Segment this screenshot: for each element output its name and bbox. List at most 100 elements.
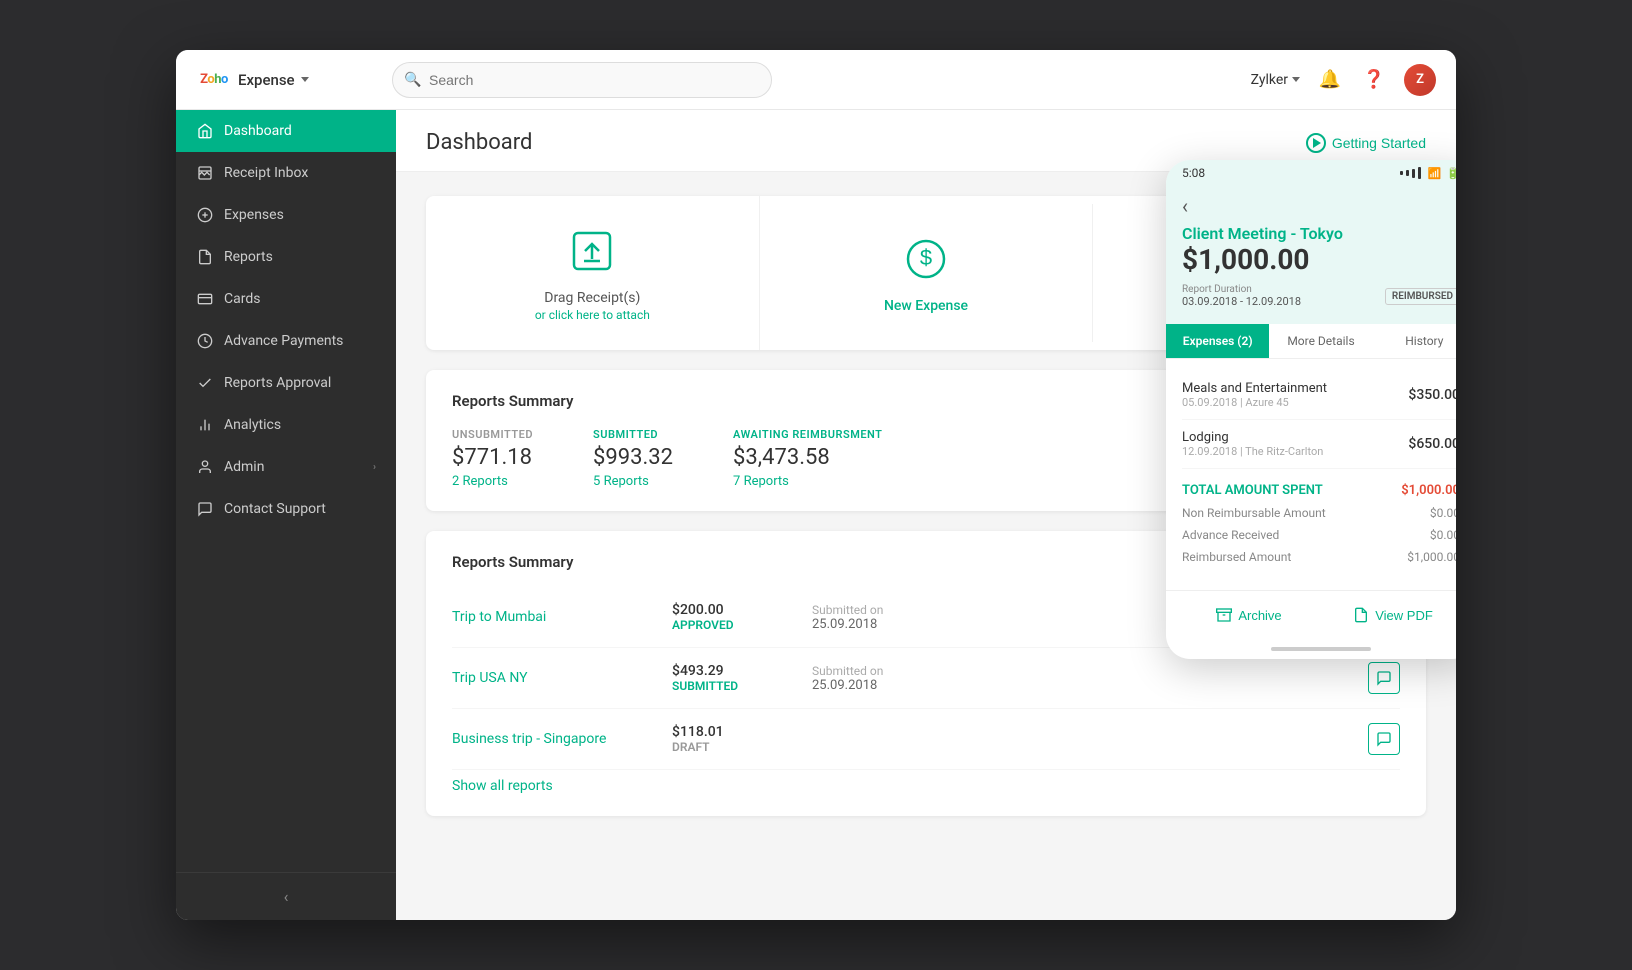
sidebar-item-advance-payments[interactable]: Advance Payments xyxy=(176,320,396,362)
search-bar: 🔍 xyxy=(392,62,772,98)
sidebar-label-reports: Reports xyxy=(224,249,273,265)
mobile-body: Meals and Entertainment 05.09.2018 | Azu… xyxy=(1166,359,1456,590)
home-icon xyxy=(196,122,214,140)
report-amount-3: $118.01 xyxy=(672,724,812,740)
stat-awaiting-link[interactable]: 7 Reports xyxy=(733,474,882,489)
play-icon xyxy=(1306,133,1326,153)
mobile-header: ‹ Client Meeting - Tokyo $1,000.00 Repor… xyxy=(1166,186,1456,324)
archive-label: Archive xyxy=(1238,608,1281,623)
report-status-3: DRAFT xyxy=(672,740,812,754)
mobile-home-indicator xyxy=(1166,639,1456,659)
reimbursed-badge: REIMBURSED xyxy=(1385,288,1456,305)
sidebar: Dashboard Receipt Inbox Expenses Reports xyxy=(176,110,396,920)
report-amount-block-2: $493.29 SUBMITTED xyxy=(672,663,812,693)
org-name[interactable]: Zylker xyxy=(1251,72,1300,88)
sidebar-item-expenses[interactable]: Expenses xyxy=(176,194,396,236)
sidebar-item-analytics[interactable]: Analytics xyxy=(176,404,396,446)
mob-expense-amount-1: $350.00 xyxy=(1408,387,1456,403)
stat-awaiting: AWAITING REIMBURSMENT $3,473.58 7 Report… xyxy=(733,428,882,489)
analytics-icon xyxy=(196,416,214,434)
mobile-status-bar: 5:08 📶 🔋 xyxy=(1166,160,1456,186)
dollar-circle-icon: $ xyxy=(899,232,953,286)
sidebar-label-admin: Admin xyxy=(224,459,264,475)
expenses-icon xyxy=(196,206,214,224)
stat-submitted-value: $993.32 xyxy=(593,445,673,470)
admin-icon xyxy=(196,458,214,476)
stat-submitted-link[interactable]: 5 Reports xyxy=(593,474,673,489)
collapse-icon: ‹ xyxy=(284,887,289,906)
mobile-expense-row-1: Meals and Entertainment 05.09.2018 | Azu… xyxy=(1182,371,1456,420)
app-window: Zoho Expense 🔍 Zylker 🔔 ❓ Z xyxy=(176,50,1456,920)
avatar[interactable]: Z xyxy=(1404,64,1436,96)
show-all-reports-link[interactable]: Show all reports xyxy=(452,778,553,794)
mobile-total-val-1: $0.00 xyxy=(1430,506,1456,520)
drag-receipt-label: Drag Receipt(s) xyxy=(544,290,640,306)
report-amount-1: $200.00 xyxy=(672,602,812,618)
report-name-1[interactable]: Trip to Mumbai xyxy=(452,609,672,625)
reports-icon xyxy=(196,248,214,266)
report-submitted-2: Submitted on 25.09.2018 xyxy=(812,664,1368,693)
mobile-duration-val: 03.09.2018 - 12.09.2018 xyxy=(1182,295,1301,308)
sidebar-item-reports[interactable]: Reports xyxy=(176,236,396,278)
report-chat-icon-3[interactable] xyxy=(1368,723,1400,755)
report-status-2: SUBMITTED xyxy=(672,679,812,693)
app-name: Expense xyxy=(238,71,295,89)
mobile-total-val-0: $1,000.00 xyxy=(1401,483,1456,498)
sidebar-item-receipt-inbox[interactable]: Receipt Inbox xyxy=(176,152,396,194)
sidebar-item-dashboard[interactable]: Dashboard xyxy=(176,110,396,152)
support-icon xyxy=(196,500,214,518)
mobile-back-button[interactable]: ‹ xyxy=(1182,194,1456,218)
sidebar-label-expenses: Expenses xyxy=(224,207,284,223)
sidebar-item-contact-support[interactable]: Contact Support xyxy=(176,488,396,530)
sidebar-collapse-button[interactable]: ‹ xyxy=(176,872,396,920)
svg-text:$: $ xyxy=(920,245,932,270)
stat-awaiting-label: AWAITING REIMBURSMENT xyxy=(733,428,882,441)
main-layout: Dashboard Receipt Inbox Expenses Reports xyxy=(176,110,1456,920)
page-title: Dashboard xyxy=(426,130,532,155)
mobile-tabs: Expenses (2) More Details History xyxy=(1166,324,1456,359)
mobile-overlay: 5:08 📶 🔋 ‹ Client Meeting - Tokyo $1,000… xyxy=(1166,160,1456,659)
report-amount-block-3: $118.01 DRAFT xyxy=(672,724,812,754)
mob-expense-meta-2: 12.09.2018 | The Ritz-Carlton xyxy=(1182,445,1323,458)
help-button[interactable]: ❓ xyxy=(1360,66,1388,94)
report-status-1: APPROVED xyxy=(672,618,812,632)
mob-expense-amount-2: $650.00 xyxy=(1408,436,1456,452)
org-chevron-icon xyxy=(1292,77,1300,82)
notifications-button[interactable]: 🔔 xyxy=(1316,66,1344,94)
stat-unsubmitted: UNSUBMITTED $771.18 2 Reports xyxy=(452,428,533,489)
stat-unsubmitted-value: $771.18 xyxy=(452,445,533,470)
mobile-total-row-1: Non Reimbursable Amount $0.00 xyxy=(1182,502,1456,524)
mobile-tab-expenses[interactable]: Expenses (2) xyxy=(1166,324,1269,358)
mobile-total-row-2: Advance Received $0.00 xyxy=(1182,524,1456,546)
stat-unsubmitted-label: UNSUBMITTED xyxy=(452,428,533,441)
search-icon: 🔍 xyxy=(404,72,421,88)
report-name-3[interactable]: Business trip - Singapore xyxy=(452,731,672,747)
sidebar-item-admin[interactable]: Admin › xyxy=(176,446,396,488)
mobile-total-label-1: Non Reimbursable Amount xyxy=(1182,506,1326,520)
quick-action-drag-receipt[interactable]: Drag Receipt(s) or click here to attach xyxy=(426,196,760,350)
sidebar-label-dashboard: Dashboard xyxy=(224,123,292,139)
report-name-2[interactable]: Trip USA NY xyxy=(452,670,672,686)
play-triangle xyxy=(1313,138,1321,148)
mobile-tab-more-details[interactable]: More Details xyxy=(1269,324,1372,358)
search-input[interactable] xyxy=(392,62,772,98)
stat-unsubmitted-link[interactable]: 2 Reports xyxy=(452,474,533,489)
sidebar-item-cards[interactable]: Cards xyxy=(176,278,396,320)
mobile-expense-title: Client Meeting - Tokyo xyxy=(1182,224,1456,243)
getting-started-label: Getting Started xyxy=(1332,135,1426,151)
mobile-total-row-0: TOTAL AMOUNT SPENT $1,000.00 xyxy=(1182,479,1456,502)
view-pdf-button[interactable]: View PDF xyxy=(1326,601,1456,629)
report-chat-icon-2[interactable] xyxy=(1368,662,1400,694)
getting-started-button[interactable]: Getting Started xyxy=(1306,133,1426,153)
mobile-tab-history[interactable]: History xyxy=(1373,324,1456,358)
mob-expense-meta-1: 05.09.2018 | Azure 45 xyxy=(1182,396,1327,409)
quick-action-new-expense[interactable]: $ New Expense xyxy=(760,204,1094,342)
mobile-amount: $1,000.00 xyxy=(1182,243,1456,276)
archive-button[interactable]: Archive xyxy=(1182,601,1316,629)
mob-expense-name-1: Meals and Entertainment xyxy=(1182,381,1327,396)
mobile-duration-label: Report Duration xyxy=(1182,284,1301,295)
logo-area[interactable]: Zoho Expense xyxy=(196,66,376,94)
app-chevron-icon[interactable] xyxy=(301,77,309,82)
mobile-meta: Report Duration 03.09.2018 - 12.09.2018 … xyxy=(1182,284,1456,308)
sidebar-item-reports-approval[interactable]: Reports Approval xyxy=(176,362,396,404)
